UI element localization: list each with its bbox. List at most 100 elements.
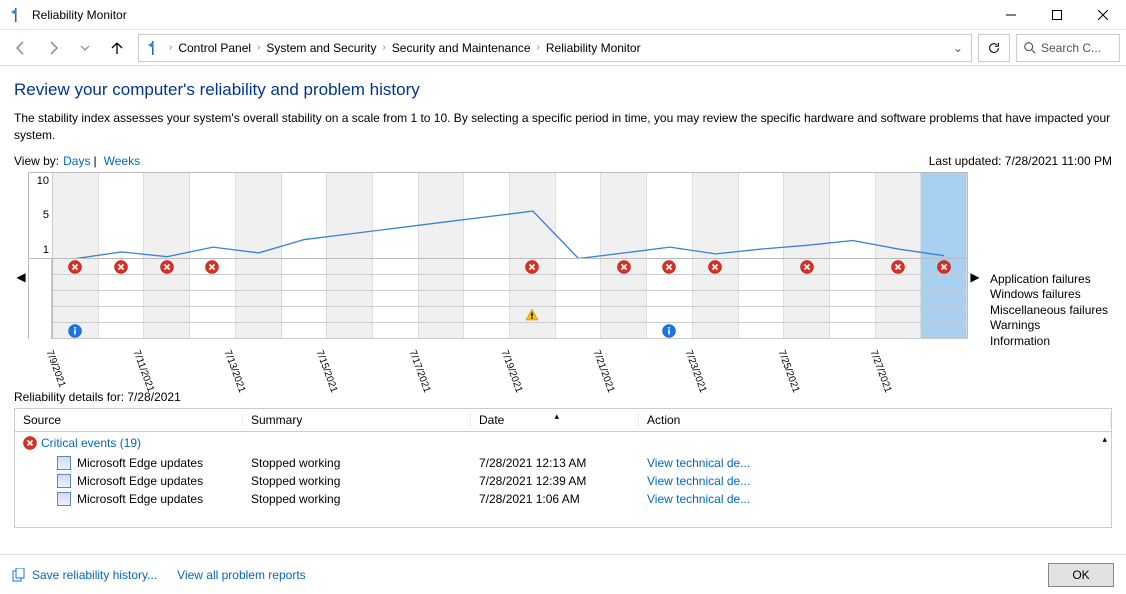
close-button[interactable] [1080, 0, 1126, 29]
event-cell[interactable] [830, 275, 876, 290]
event-cell[interactable] [876, 291, 922, 306]
detail-row[interactable]: Microsoft Edge updatesStopped working7/2… [15, 490, 1111, 508]
back-button[interactable] [6, 33, 36, 63]
event-cell[interactable] [327, 307, 373, 322]
event-cell[interactable] [419, 291, 465, 306]
event-cell[interactable] [99, 323, 145, 338]
event-cell[interactable] [693, 323, 739, 338]
view-technical-details-link[interactable]: View technical de... [647, 456, 750, 470]
event-cell[interactable] [921, 259, 967, 274]
chart-scroll-left[interactable]: ◀ [14, 172, 28, 382]
event-cell[interactable] [373, 291, 419, 306]
event-cell[interactable] [236, 275, 282, 290]
event-cell[interactable] [190, 275, 236, 290]
event-cell[interactable] [282, 323, 328, 338]
scroll-up-icon[interactable]: ▴ [1102, 434, 1107, 445]
group-critical-events[interactable]: Critical events (19) [15, 432, 1111, 454]
col-source[interactable]: Source [15, 413, 243, 427]
ok-button[interactable]: OK [1048, 563, 1114, 587]
event-cell[interactable] [282, 307, 328, 322]
event-cell[interactable] [921, 307, 967, 322]
event-cell[interactable] [601, 275, 647, 290]
event-cell[interactable] [464, 259, 510, 274]
view-all-reports-link[interactable]: View all problem reports [177, 568, 306, 582]
event-cell[interactable] [510, 307, 556, 322]
event-cell[interactable] [282, 275, 328, 290]
event-cell[interactable] [510, 323, 556, 338]
event-cell[interactable] [53, 323, 99, 338]
event-cell[interactable] [556, 275, 602, 290]
col-action[interactable]: Action [639, 413, 1111, 427]
event-cell[interactable] [601, 259, 647, 274]
event-cell[interactable] [876, 259, 922, 274]
event-cell[interactable] [327, 275, 373, 290]
event-cell[interactable] [327, 291, 373, 306]
detail-row[interactable]: Microsoft Edge updatesStopped working7/2… [15, 472, 1111, 490]
event-cell[interactable] [144, 259, 190, 274]
breadcrumb-item[interactable]: Reliability Monitor [544, 41, 643, 55]
event-cell[interactable] [327, 259, 373, 274]
event-cell[interactable] [144, 307, 190, 322]
event-cell[interactable] [876, 307, 922, 322]
breadcrumb-item[interactable]: Control Panel [176, 41, 253, 55]
event-cell[interactable] [99, 307, 145, 322]
details-body[interactable]: ▴ Critical events (19) Microsoft Edge up… [14, 432, 1112, 528]
event-cell[interactable] [53, 307, 99, 322]
event-cell[interactable] [236, 259, 282, 274]
event-cell[interactable] [464, 323, 510, 338]
event-cell[interactable] [236, 291, 282, 306]
event-cell[interactable] [190, 291, 236, 306]
event-cell[interactable] [784, 307, 830, 322]
event-cell[interactable] [921, 275, 967, 290]
event-cell[interactable] [784, 259, 830, 274]
event-cell[interactable] [739, 291, 785, 306]
event-cell[interactable] [53, 275, 99, 290]
event-cell[interactable] [53, 259, 99, 274]
event-cell[interactable] [739, 275, 785, 290]
event-cell[interactable] [373, 307, 419, 322]
event-cell[interactable] [419, 307, 465, 322]
chevron-down-icon[interactable]: ⌄ [945, 41, 971, 55]
event-cell[interactable] [693, 259, 739, 274]
event-cell[interactable] [647, 291, 693, 306]
event-cell[interactable] [99, 291, 145, 306]
view-technical-details-link[interactable]: View technical de... [647, 492, 750, 506]
event-cell[interactable] [53, 291, 99, 306]
event-cell[interactable] [419, 323, 465, 338]
maximize-button[interactable] [1034, 0, 1080, 29]
event-cell[interactable] [144, 291, 190, 306]
event-cell[interactable] [556, 291, 602, 306]
event-cell[interactable] [876, 323, 922, 338]
event-cell[interactable] [784, 323, 830, 338]
event-cell[interactable] [419, 275, 465, 290]
forward-button[interactable] [38, 33, 68, 63]
search-input[interactable]: Search C... [1016, 34, 1120, 62]
event-cell[interactable] [556, 259, 602, 274]
event-cell[interactable] [601, 323, 647, 338]
event-cell[interactable] [739, 323, 785, 338]
event-cell[interactable] [236, 307, 282, 322]
event-cell[interactable] [830, 259, 876, 274]
save-history-link[interactable]: Save reliability history... [12, 568, 157, 582]
event-cell[interactable] [647, 307, 693, 322]
event-cell[interactable] [693, 307, 739, 322]
event-cell[interactable] [784, 291, 830, 306]
event-cell[interactable] [327, 323, 373, 338]
event-cell[interactable] [830, 307, 876, 322]
event-cell[interactable] [464, 275, 510, 290]
view-days-link[interactable]: Days [63, 154, 90, 168]
detail-row[interactable]: Microsoft Edge updatesStopped working7/2… [15, 454, 1111, 472]
event-cell[interactable] [693, 275, 739, 290]
event-cell[interactable] [419, 259, 465, 274]
event-cell[interactable] [464, 291, 510, 306]
event-cell[interactable] [282, 291, 328, 306]
event-cell[interactable] [739, 307, 785, 322]
up-button[interactable] [102, 33, 132, 63]
event-cell[interactable] [739, 259, 785, 274]
minimize-button[interactable] [988, 0, 1034, 29]
refresh-button[interactable] [978, 34, 1010, 62]
event-cell[interactable] [373, 323, 419, 338]
col-summary[interactable]: Summary [243, 413, 471, 427]
event-cell[interactable] [282, 259, 328, 274]
event-cell[interactable] [510, 291, 556, 306]
